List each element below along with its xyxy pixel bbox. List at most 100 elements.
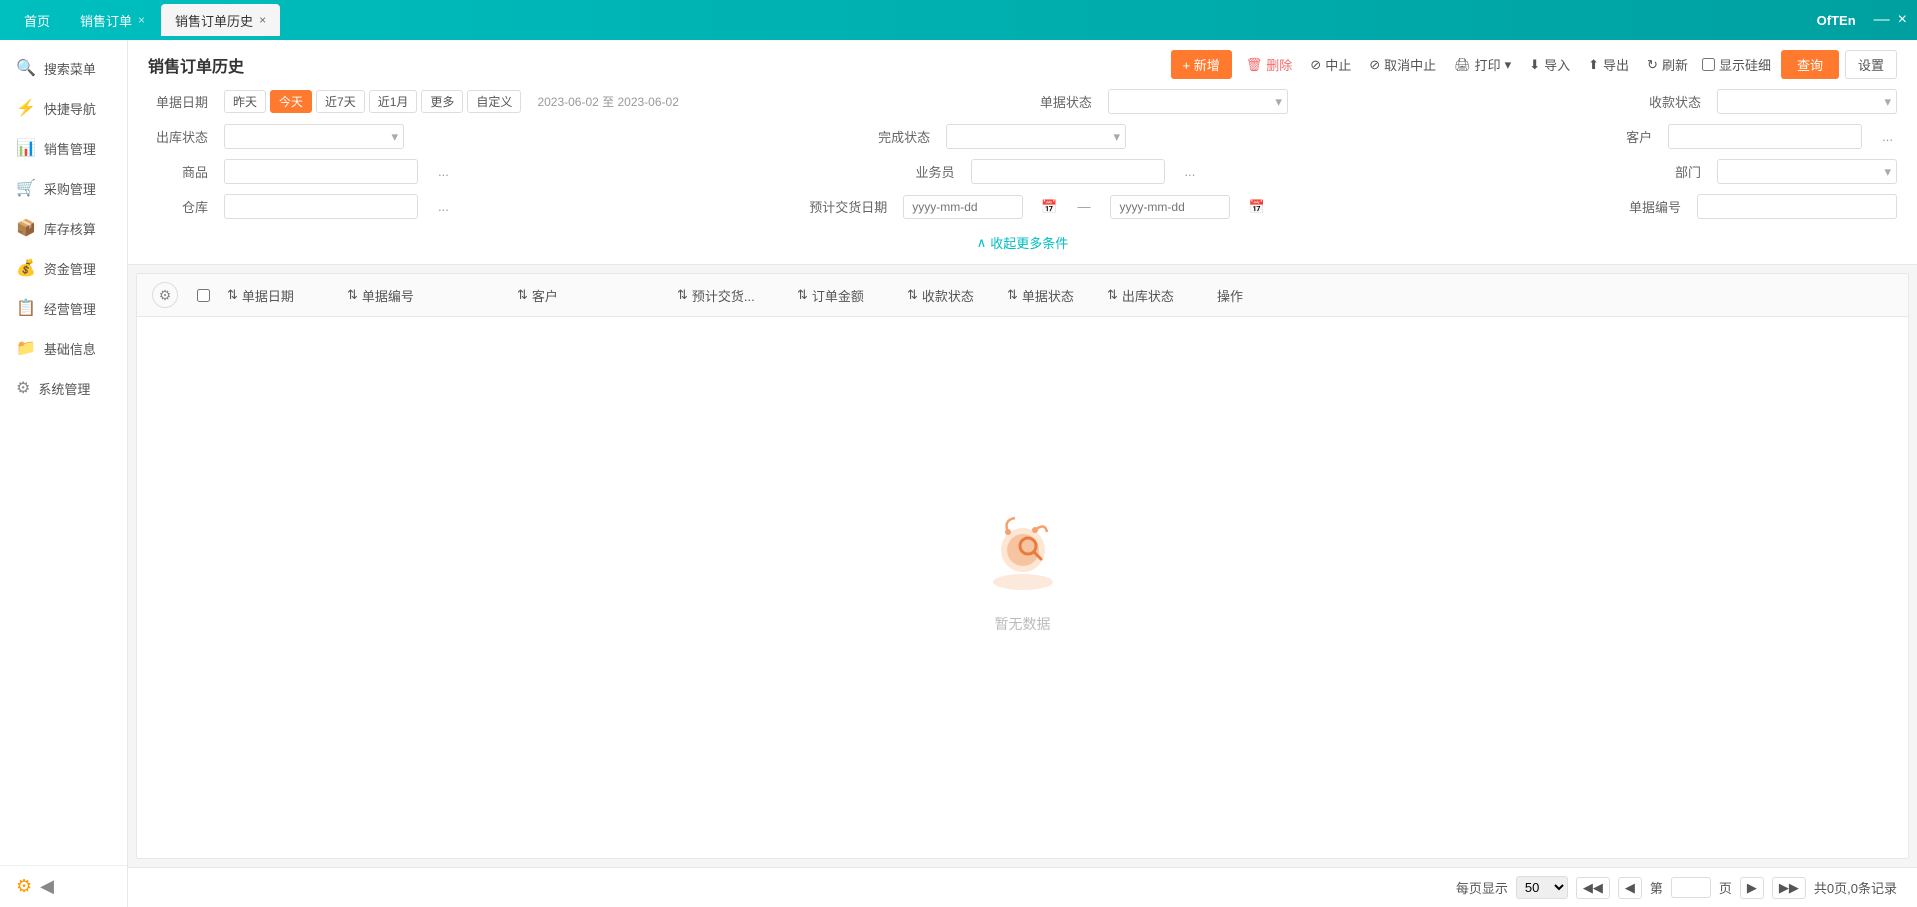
payment-status-select-wrapper — [1717, 89, 1897, 114]
salesman-input[interactable] — [971, 159, 1165, 184]
minimize-btn[interactable]: — — [1874, 11, 1890, 29]
th-checkbox — [185, 281, 221, 310]
next-page-btn[interactable]: ▶ — [1740, 877, 1764, 899]
th-settings: ⚙ — [145, 274, 185, 316]
settings-button[interactable]: 设置 — [1845, 50, 1897, 79]
sidebar-item-inventory[interactable]: 📦 库存核算 — [0, 208, 127, 248]
refresh-icon: ↻ — [1647, 57, 1658, 73]
collapse-icon: ∧ — [977, 235, 987, 251]
sidebar-item-search-menu[interactable]: 🔍 搜索菜单 — [0, 48, 127, 88]
stop-icon: ⊘ — [1310, 57, 1321, 73]
first-page-btn[interactable]: ◀◀ — [1576, 877, 1610, 899]
delivery-date-start[interactable] — [903, 195, 1023, 219]
current-page-input[interactable]: 1 — [1671, 877, 1711, 898]
goods-input[interactable] — [224, 159, 418, 184]
collapse-more-btn[interactable]: ∧ 收起更多条件 — [148, 229, 1897, 256]
goods-more-btn[interactable]: ... — [434, 164, 453, 179]
stop-button[interactable]: ⊘ 中止 — [1306, 53, 1355, 76]
sort-icon-customer: ⇅ — [517, 287, 528, 303]
th-amount[interactable]: ⇅ 订单金额 — [791, 278, 901, 313]
cancel-stop-button[interactable]: ⊘ 取消中止 — [1365, 53, 1440, 76]
table-header: ⚙ ⇅ 单据日期 ⇅ 单据编号 ⇅ 客户 ⇅ — [137, 274, 1908, 317]
tab-sales-history-close[interactable]: × — [259, 13, 266, 27]
top-bar-right: OfTEn — × — [1817, 11, 1907, 29]
date-btn-custom[interactable]: 自定义 — [467, 90, 521, 113]
sort-icon-stock: ⇅ — [1107, 287, 1118, 303]
customer-label: 客户 — [1592, 127, 1652, 146]
date-btn-more[interactable]: 更多 — [421, 90, 463, 113]
complete-status-label: 完成状态 — [870, 127, 930, 146]
sidebar-item-quick-nav[interactable]: ⚡ 快捷导航 — [0, 88, 127, 128]
sidebar-item-sys-mgmt[interactable]: ⚙ 系统管理 — [0, 368, 127, 408]
cancel-stop-icon: ⊘ — [1369, 57, 1380, 73]
bill-number-input[interactable] — [1697, 194, 1897, 219]
display-cols-checkbox[interactable] — [1702, 58, 1715, 71]
th-stock-status[interactable]: ⇅ 出库状态 — [1101, 278, 1211, 313]
filter-row-2: 出库状态 完成状态 客户 — [148, 124, 1897, 149]
new-button[interactable]: + 新增 — [1171, 50, 1232, 79]
content-area: 销售订单历史 + 新增 🗑 删除 ⊘ 中止 ⊘ 取消中止 — [128, 40, 1917, 907]
sidebar-item-base-info[interactable]: 📁 基础信息 — [0, 328, 127, 368]
warehouse-more-btn[interactable]: ... — [434, 199, 453, 214]
sidebar-item-capital[interactable]: 💰 资金管理 — [0, 248, 127, 288]
th-date[interactable]: ⇅ 单据日期 — [221, 278, 341, 313]
tab-sales-history[interactable]: 销售订单历史 × — [161, 4, 280, 36]
print-icon: 🖨 — [1454, 57, 1471, 73]
date-btn-yesterday[interactable]: 昨天 — [224, 90, 266, 113]
tab-sales-order-close[interactable]: × — [138, 13, 145, 27]
sidebar-item-sales-mgmt[interactable]: 📊 销售管理 — [0, 128, 127, 168]
bill-status-select-wrapper — [1108, 89, 1288, 114]
stop-label: 中止 — [1325, 55, 1351, 74]
delivery-date-end[interactable] — [1110, 195, 1230, 219]
sales-mgmt-icon: 📊 — [16, 138, 36, 158]
print-dropdown-icon[interactable]: ▾ — [1505, 57, 1512, 73]
refresh-button[interactable]: ↻ 刷新 — [1643, 53, 1692, 76]
tab-home[interactable]: 首页 — [10, 4, 64, 36]
page-size-label: 每页显示 — [1456, 878, 1508, 897]
display-cols-toggle[interactable]: 显示硅细 — [1702, 55, 1771, 74]
import-button[interactable]: ⬇ 导入 — [1525, 53, 1574, 76]
collapse-sidebar-icon[interactable]: ◀ — [40, 876, 54, 897]
delivery-date-end-cal-icon[interactable]: 📅 — [1248, 199, 1264, 215]
sidebar: 🔍 搜索菜单 ⚡ 快捷导航 📊 销售管理 🛒 采购管理 📦 库存核算 💰 资金管… — [0, 40, 128, 907]
salesman-more-btn[interactable]: ... — [1181, 164, 1200, 179]
sidebar-item-purchase-mgmt[interactable]: 🛒 采购管理 — [0, 168, 127, 208]
print-button[interactable]: 🖨 打印 ▾ — [1450, 53, 1515, 76]
th-payment[interactable]: ⇅ 收款状态 — [901, 278, 1001, 313]
th-delivery[interactable]: ⇅ 预计交货... — [671, 278, 791, 313]
main-layout: 🔍 搜索菜单 ⚡ 快捷导航 📊 销售管理 🛒 采购管理 📦 库存核算 💰 资金管… — [0, 40, 1917, 907]
last-page-btn[interactable]: ▶▶ — [1772, 877, 1806, 899]
payment-status-select[interactable] — [1717, 89, 1897, 114]
stock-out-select[interactable] — [224, 124, 404, 149]
export-button[interactable]: ⬆ 导出 — [1584, 53, 1633, 76]
delete-button[interactable]: 🗑 删除 — [1242, 53, 1297, 76]
close-btn[interactable]: × — [1898, 11, 1907, 29]
delete-label: 删除 — [1266, 55, 1292, 74]
sidebar-item-base-info-label: 基础信息 — [44, 339, 96, 358]
customer-input[interactable] — [1668, 124, 1862, 149]
table-settings-btn[interactable]: ⚙ — [152, 282, 178, 308]
sort-icon-bill: ⇅ — [1007, 287, 1018, 303]
query-button[interactable]: 查询 — [1781, 50, 1839, 79]
tab-home-label: 首页 — [24, 11, 50, 30]
select-all-checkbox[interactable] — [197, 289, 210, 302]
page-title: 销售订单历史 — [148, 53, 244, 77]
prev-page-btn[interactable]: ◀ — [1618, 877, 1642, 899]
date-btn-7days[interactable]: 近7天 — [316, 90, 365, 113]
delivery-date-start-cal-icon[interactable]: 📅 — [1041, 199, 1057, 215]
sidebar-bottom: ⚙ ◀ — [0, 865, 127, 907]
th-bill-status[interactable]: ⇅ 单据状态 — [1001, 278, 1101, 313]
sidebar-item-operation[interactable]: 📋 经营管理 — [0, 288, 127, 328]
tab-sales-order[interactable]: 销售订单 × — [66, 4, 159, 36]
warehouse-input[interactable] — [224, 194, 418, 219]
date-btn-1month[interactable]: 近1月 — [369, 90, 418, 113]
date-btn-today[interactable]: 今天 — [270, 90, 312, 113]
settings-icon[interactable]: ⚙ — [16, 876, 32, 897]
bill-status-select[interactable] — [1108, 89, 1288, 114]
page-size-select[interactable]: 50 10 20 100 — [1516, 876, 1568, 899]
th-customer[interactable]: ⇅ 客户 — [511, 278, 671, 313]
dept-select[interactable] — [1717, 159, 1897, 184]
th-number[interactable]: ⇅ 单据编号 — [341, 278, 511, 313]
complete-status-select[interactable] — [946, 124, 1126, 149]
customer-more-btn[interactable]: ... — [1878, 129, 1897, 144]
